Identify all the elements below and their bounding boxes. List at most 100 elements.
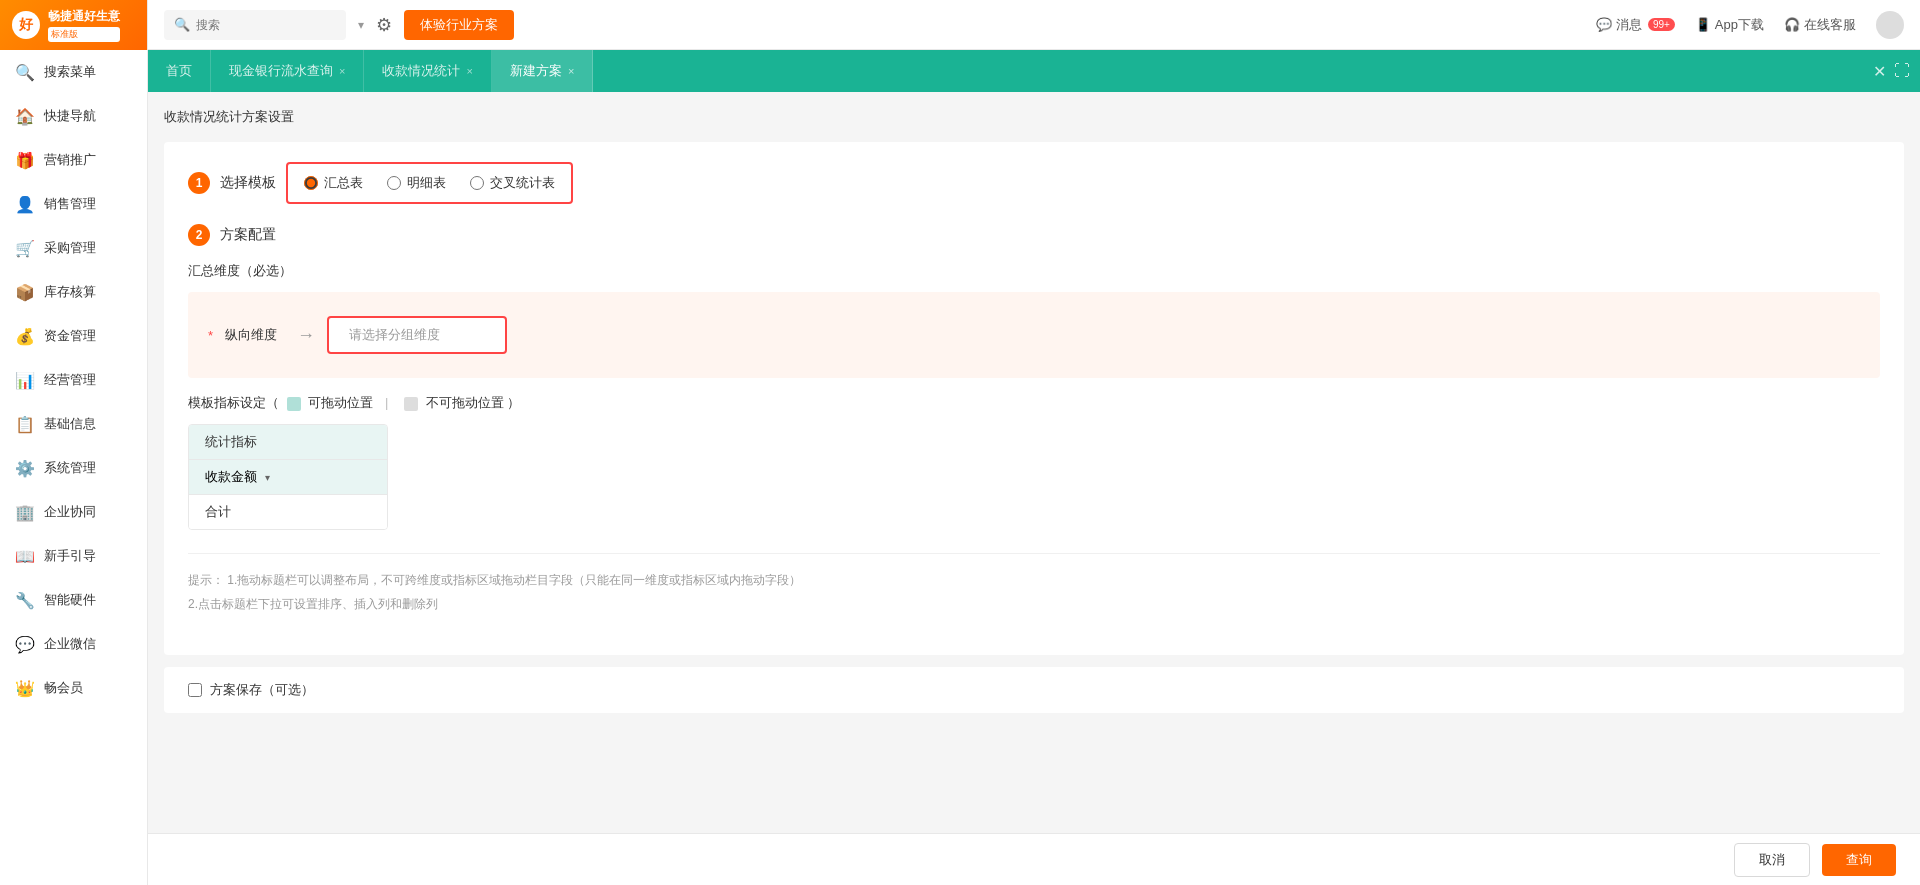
- tips-text: 提示： 1.拖动标题栏可以调整布局，不可跨维度或指标区域拖动栏目字段（只能在同一…: [188, 570, 1880, 615]
- sidebar-item-label: 搜索菜单: [44, 63, 96, 81]
- metrics-col-label: 收款金额: [205, 468, 257, 486]
- topbar: 🔍 ▾ ⚙ 体验行业方案 💬 消息 99+ 📱 App下载 🎧 在线客服: [148, 0, 1920, 50]
- notification-icon: 💬: [1596, 17, 1612, 32]
- logo-text: 畅捷通好生意 标准版: [48, 8, 120, 42]
- app-download-button[interactable]: 📱 App下载: [1695, 16, 1764, 34]
- inventory-icon: 📦: [16, 283, 34, 301]
- sidebar-item-finance[interactable]: 💰 资金管理: [0, 314, 147, 358]
- save-label: 方案保存（可选）: [210, 681, 314, 699]
- radio-cross[interactable]: 交叉统计表: [470, 174, 555, 192]
- sidebar-item-label: 经营管理: [44, 371, 96, 389]
- search-menu-icon: 🔍: [16, 63, 34, 81]
- dimension-section-label: 汇总维度（必选）: [188, 262, 1880, 280]
- wechat-icon: 💬: [16, 635, 34, 653]
- sidebar-item-guide[interactable]: 📖 新手引导: [0, 534, 147, 578]
- user-avatar[interactable]: [1876, 11, 1904, 39]
- fixed-legend-dot: [404, 397, 418, 411]
- sidebar-item-inventory[interactable]: 📦 库存核算: [0, 270, 147, 314]
- sidebar-item-label: 畅会员: [44, 679, 83, 697]
- sidebar-item-enterprise[interactable]: 🏢 企业协同: [0, 490, 147, 534]
- draggable-legend-dot: [287, 397, 301, 411]
- radio-summary[interactable]: 汇总表: [304, 174, 363, 192]
- member-icon: 👑: [16, 679, 34, 697]
- template-select-group: 汇总表 明细表 交叉统计表: [286, 162, 573, 204]
- tab-new-plan[interactable]: 新建方案 ×: [492, 50, 593, 92]
- app-download-icon: 📱: [1695, 17, 1711, 32]
- sidebar-item-operations[interactable]: 📊 经营管理: [0, 358, 147, 402]
- tab-label: 首页: [166, 62, 192, 80]
- industry-plan-button[interactable]: 体验行业方案: [404, 10, 514, 40]
- radio-summary-input[interactable]: [304, 176, 318, 190]
- notification-button[interactable]: 💬 消息 99+: [1596, 16, 1675, 34]
- tab-receipt-stats[interactable]: 收款情况统计 ×: [364, 50, 491, 92]
- save-checkbox[interactable]: [188, 683, 202, 697]
- step1-header: 1 选择模板 汇总表 明细表 交叉统计表: [188, 162, 1880, 204]
- radio-detail-input[interactable]: [387, 176, 401, 190]
- query-button[interactable]: 查询: [1822, 844, 1896, 876]
- required-mark: *: [208, 328, 213, 343]
- radio-cross-label: 交叉统计表: [490, 174, 555, 192]
- sidebar-item-basic-info[interactable]: 📋 基础信息: [0, 402, 147, 446]
- close-window-button[interactable]: ✕: [1873, 62, 1886, 81]
- metrics-col-row[interactable]: 收款金额 ▾: [189, 460, 387, 495]
- search-icon: 🔍: [174, 17, 190, 32]
- sidebar-item-member[interactable]: 👑 畅会员: [0, 666, 147, 710]
- sidebar-item-smart-hw[interactable]: 🔧 智能硬件: [0, 578, 147, 622]
- vertical-dimension-label: 纵向维度: [225, 326, 285, 344]
- tab-label: 新建方案: [510, 62, 562, 80]
- step1-section: 1 选择模板 汇总表 明细表 交叉统计表: [188, 162, 1880, 204]
- logo-icon: 好: [12, 11, 40, 39]
- radio-detail[interactable]: 明细表: [387, 174, 446, 192]
- fullscreen-button[interactable]: ⛶: [1894, 62, 1910, 80]
- draggable-legend-label: 可拖动位置: [308, 395, 373, 410]
- dimension-selector[interactable]: 请选择分组维度: [327, 316, 507, 354]
- sidebar-item-label: 快捷导航: [44, 107, 96, 125]
- tips-line1: 提示： 1.拖动标题栏可以调整布局，不可跨维度或指标区域拖动栏目字段（只能在同一…: [188, 570, 1880, 592]
- dimension-row: * 纵向维度 → 请选择分组维度: [208, 316, 1860, 354]
- sidebar-item-label: 资金管理: [44, 327, 96, 345]
- sidebar-item-search-menu[interactable]: 🔍 搜索菜单: [0, 50, 147, 94]
- radio-detail-label: 明细表: [407, 174, 446, 192]
- system-icon: ⚙️: [16, 459, 34, 477]
- sidebar-item-label: 采购管理: [44, 239, 96, 257]
- cancel-button[interactable]: 取消: [1734, 843, 1810, 877]
- sidebar-item-label: 库存核算: [44, 283, 96, 301]
- finance-icon: 💰: [16, 327, 34, 345]
- radio-cross-input[interactable]: [470, 176, 484, 190]
- sidebar-item-label: 企业微信: [44, 635, 96, 653]
- tips-section: 提示： 1.拖动标题栏可以调整布局，不可跨维度或指标区域拖动栏目字段（只能在同一…: [188, 553, 1880, 615]
- sidebar-item-label: 企业协同: [44, 503, 96, 521]
- sidebar-item-quick-nav[interactable]: 🏠 快捷导航: [0, 94, 147, 138]
- sidebar-item-wechat[interactable]: 💬 企业微信: [0, 622, 147, 666]
- config-section: 汇总维度（必选） * 纵向维度 → 请选择分组维度 模板: [188, 262, 1880, 615]
- smart-hw-icon: 🔧: [16, 591, 34, 609]
- tab-close-new-plan[interactable]: ×: [568, 65, 574, 77]
- service-icon: 🎧: [1784, 17, 1800, 32]
- radio-summary-label: 汇总表: [324, 174, 363, 192]
- tab-close-bank-flow[interactable]: ×: [339, 65, 345, 77]
- step2-section: 2 方案配置 汇总维度（必选） * 纵向维度 → 请选择分组维度: [188, 224, 1880, 615]
- basic-info-icon: 📋: [16, 415, 34, 433]
- settings-icon[interactable]: ⚙: [376, 14, 392, 36]
- tab-home[interactable]: 首页: [148, 50, 211, 92]
- step1-title: 选择模板: [220, 174, 276, 192]
- search-input[interactable]: [196, 18, 336, 32]
- sidebar-item-system[interactable]: ⚙️ 系统管理: [0, 446, 147, 490]
- topbar-search-box[interactable]: 🔍: [164, 10, 346, 40]
- footer: 取消 查询: [148, 833, 1920, 885]
- sidebar-item-sales[interactable]: 👤 销售管理: [0, 182, 147, 226]
- page-title: 收款情况统计方案设置: [164, 108, 1904, 126]
- metrics-row-label: 合计: [205, 504, 231, 519]
- sales-icon: 👤: [16, 195, 34, 213]
- page-content: 收款情况统计方案设置 1 选择模板 汇总表 明细表: [148, 92, 1920, 833]
- tab-bank-flow[interactable]: 现金银行流水查询 ×: [211, 50, 364, 92]
- tabbar-actions: ✕ ⛶: [1873, 62, 1920, 81]
- notification-label: 消息: [1616, 16, 1642, 34]
- search-chevron-icon[interactable]: ▾: [358, 18, 364, 32]
- sidebar-item-marketing[interactable]: 🎁 营销推广: [0, 138, 147, 182]
- online-service-button[interactable]: 🎧 在线客服: [1784, 16, 1856, 34]
- tab-close-receipt-stats[interactable]: ×: [466, 65, 472, 77]
- sidebar-item-purchase[interactable]: 🛒 采购管理: [0, 226, 147, 270]
- sidebar-item-label: 系统管理: [44, 459, 96, 477]
- sidebar-item-label: 销售管理: [44, 195, 96, 213]
